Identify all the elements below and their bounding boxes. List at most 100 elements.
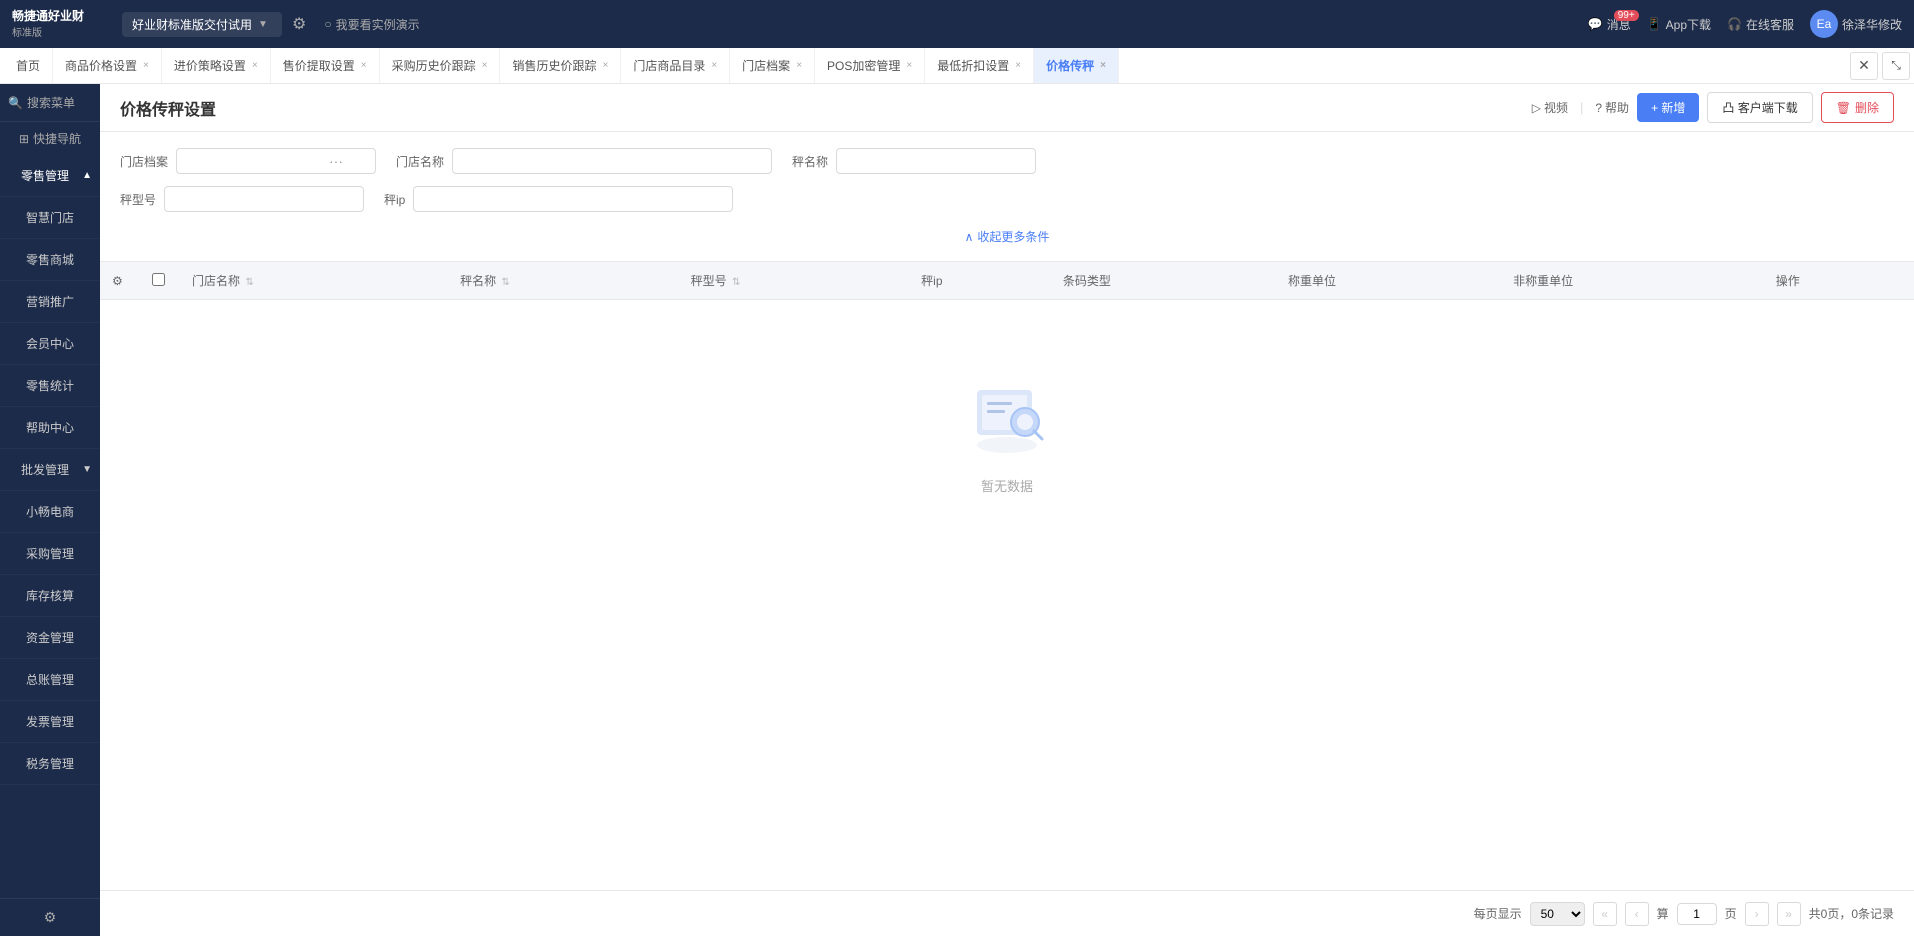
tab-min-discount[interactable]: 最低折扣设置 ×	[925, 48, 1034, 84]
online-service-button[interactable]: 🎧 在线客服	[1727, 16, 1794, 33]
tab-home[interactable]: 首页	[4, 48, 53, 84]
scale-model-label: 秤型号	[120, 191, 156, 208]
page-input[interactable]	[1677, 903, 1717, 925]
sidebar-item-purchase[interactable]: 采购管理	[0, 533, 100, 575]
tab-store-catalog[interactable]: 门店商品目录 ×	[621, 48, 730, 84]
sidebar-item-tax[interactable]: 税务管理	[0, 743, 100, 785]
top-bar-right: 💬 消息 99+ 📱 App下载 🎧 在线客服 Ea 徐泽华修改	[1588, 10, 1902, 38]
close-icon[interactable]: ×	[143, 60, 149, 71]
close-icon[interactable]: ×	[796, 60, 802, 71]
sidebar-item-member[interactable]: 会员中心	[0, 323, 100, 365]
close-icon[interactable]: ×	[252, 60, 258, 71]
store-archive-input[interactable]	[185, 154, 325, 168]
tab-pos-encrypt[interactable]: POS加密管理 ×	[815, 48, 925, 84]
maximize-button[interactable]: ⤡	[1882, 52, 1910, 80]
chevron-up-icon: ∧	[965, 230, 974, 244]
app-download-button[interactable]: 📱 App下载	[1647, 16, 1711, 33]
version-label: 好业财标准版交付试用	[132, 16, 252, 33]
last-page-button[interactable]: »	[1777, 902, 1801, 926]
th-store-name: 门店名称 ⇅	[180, 262, 448, 300]
sidebar-item-marketing[interactable]: 营销推广	[0, 281, 100, 323]
column-settings-icon[interactable]: ⚙	[112, 274, 123, 288]
empty-icon	[957, 360, 1057, 460]
version-selector[interactable]: 好业财标准版交付试用 ▼	[122, 12, 282, 37]
close-icon[interactable]: ×	[1100, 60, 1106, 71]
user-menu[interactable]: Ea 徐泽华修改	[1810, 10, 1902, 38]
sidebar-item-help[interactable]: 帮助中心	[0, 407, 100, 449]
sidebar-item-finance[interactable]: 资金管理	[0, 617, 100, 659]
tab-sale-price[interactable]: 售价提取设置 ×	[271, 48, 380, 84]
filter-store-name: 门店名称	[396, 148, 772, 174]
demo-link-label: 我要看实例演示	[336, 16, 420, 33]
online-service-label: 在线客服	[1746, 16, 1794, 33]
demo-link[interactable]: ○ 我要看实例演示	[324, 16, 419, 33]
app-download-label: App下载	[1666, 16, 1711, 33]
collapse-button[interactable]: ∧ 收起更多条件	[965, 228, 1050, 245]
settings-icon[interactable]: ⚙	[292, 14, 306, 34]
sort-icon[interactable]: ⇅	[245, 277, 253, 288]
add-button[interactable]: + 新增	[1637, 93, 1699, 122]
tab-product-price[interactable]: 商品价格设置 ×	[53, 48, 162, 84]
prev-page-button[interactable]: ‹	[1625, 902, 1649, 926]
scale-name-input[interactable]	[836, 148, 1036, 174]
video-link[interactable]: ▷ 视频	[1532, 99, 1568, 116]
first-page-button[interactable]: «	[1593, 902, 1617, 926]
close-tab-button[interactable]: ✕	[1850, 52, 1878, 80]
store-archive-input-wrapper[interactable]: ···	[176, 148, 376, 174]
sidebar-item-retail-mall[interactable]: 零售商城	[0, 239, 100, 281]
th-settings[interactable]: ⚙	[100, 262, 140, 300]
filter-scale-model: 秤型号	[120, 186, 364, 212]
scale-ip-input[interactable]	[413, 186, 733, 212]
quick-nav-label: 快捷导航	[33, 130, 81, 147]
close-icon[interactable]: ×	[361, 60, 367, 71]
tab-price-scale[interactable]: 价格传秤 ×	[1034, 48, 1119, 84]
sidebar-item-retail-stats[interactable]: 零售统计	[0, 365, 100, 407]
close-icon[interactable]: ×	[906, 60, 912, 71]
sidebar-item-inventory[interactable]: 库存核算	[0, 575, 100, 617]
sidebar-item-retail[interactable]: 零售管理 ▲	[0, 155, 100, 197]
tab-purchase-strategy[interactable]: 进价策略设置 ×	[162, 48, 271, 84]
sort-icon[interactable]: ⇅	[732, 277, 740, 288]
scale-ip-label: 秤ip	[384, 191, 405, 208]
filter-area: 门店档案 ··· 门店名称 秤名称 秤型号	[100, 132, 1914, 262]
sidebar-item-label: 零售管理	[8, 167, 82, 184]
tab-sales-history[interactable]: 销售历史价跟踪 ×	[500, 48, 621, 84]
sidebar-item-wholesale[interactable]: 批发管理 ▼	[0, 449, 100, 491]
th-actions: 操作	[1764, 262, 1914, 300]
help-link[interactable]: ? 帮助	[1595, 99, 1629, 116]
th-barcode-type: 条码类型	[1051, 262, 1276, 300]
sidebar-item-invoice[interactable]: 发票管理	[0, 701, 100, 743]
per-page-select[interactable]: 50 10 20 100	[1530, 902, 1585, 926]
close-icon[interactable]: ×	[602, 60, 608, 71]
sort-icon[interactable]: ⇅	[501, 277, 509, 288]
tab-purchase-history[interactable]: 采购历史价跟踪 ×	[380, 48, 501, 84]
message-button[interactable]: 💬 消息 99+	[1588, 16, 1631, 33]
sidebar-item-label: 营销推广	[8, 293, 92, 310]
next-page-button[interactable]: ›	[1745, 902, 1769, 926]
quick-nav-icon: ⊞	[19, 132, 29, 146]
nav-tabs: 首页 商品价格设置 × 进价策略设置 × 售价提取设置 × 采购历史价跟踪 × …	[0, 48, 1914, 84]
close-icon[interactable]: ×	[482, 60, 488, 71]
page-unit-label: 页	[1725, 905, 1737, 922]
gear-icon[interactable]: ⚙	[44, 909, 57, 926]
select-all-checkbox[interactable]	[152, 273, 165, 286]
sidebar-item-smart-store[interactable]: 智慧门店	[0, 197, 100, 239]
sidebar-item-ecommerce[interactable]: 小畅电商	[0, 491, 100, 533]
chevron-down-icon: ▼	[82, 464, 92, 475]
delete-button[interactable]: 🗑 删除	[1821, 92, 1894, 123]
close-icon[interactable]: ×	[1015, 60, 1021, 71]
tab-store-archive[interactable]: 门店档案 ×	[730, 48, 815, 84]
sidebar-item-general-ledger[interactable]: 总账管理	[0, 659, 100, 701]
sidebar-quick-nav[interactable]: ⊞ 快捷导航	[0, 122, 100, 155]
scale-model-input[interactable]	[164, 186, 364, 212]
store-name-input[interactable]	[452, 148, 772, 174]
sidebar-search[interactable]: 🔍 搜索菜单	[0, 84, 100, 122]
filter-store-archive: 门店档案 ···	[120, 148, 376, 174]
close-icon[interactable]: ×	[711, 60, 717, 71]
top-bar: 畅捷通好业财 标准版 好业财标准版交付试用 ▼ ⚙ ○ 我要看实例演示 💬 消息…	[0, 0, 1914, 48]
more-icon[interactable]: ···	[329, 153, 343, 169]
download-button[interactable]: 凸 客户端下载	[1707, 92, 1812, 123]
sidebar: 🔍 搜索菜单 ⊞ 快捷导航 零售管理 ▲ 智慧门店 零售商城 营销推广 会员中心…	[0, 84, 100, 936]
sidebar-item-label: 零售统计	[8, 377, 92, 394]
logo-area: 畅捷通好业财 标准版	[12, 9, 112, 38]
